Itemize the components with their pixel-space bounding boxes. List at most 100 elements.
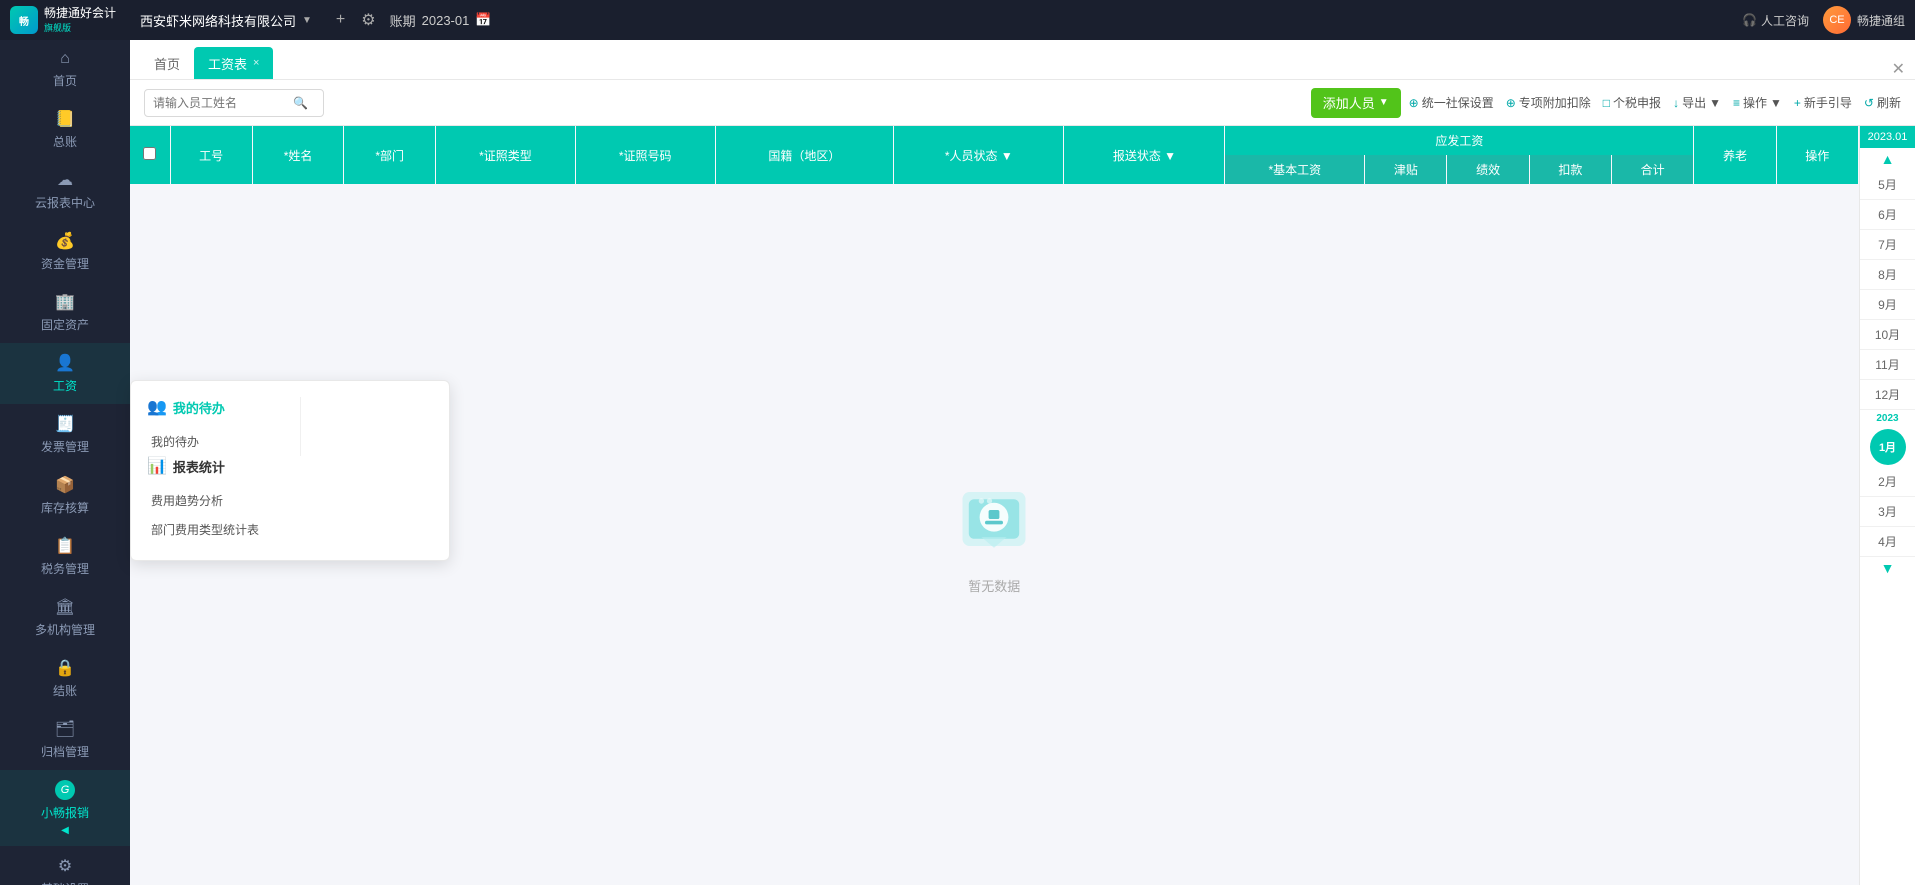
add-person-dropdown-icon: ▼ xyxy=(1379,97,1389,108)
month-item-8[interactable]: 8月 xyxy=(1860,260,1915,290)
tax-report-label: 个税申报 xyxy=(1613,94,1661,111)
search-input[interactable] xyxy=(153,96,293,110)
dropdown-section-reports[interactable]: 📊 报表统计 xyxy=(147,456,290,476)
service-button[interactable]: 🎧 人工咨询 xyxy=(1742,12,1809,29)
sidebar-item-inventory[interactable]: 📦 库存核算 xyxy=(0,465,130,526)
sidebar-item-archive[interactable]: 🗂 归档管理 xyxy=(0,709,130,770)
refresh-btn[interactable]: ↺ 刷新 xyxy=(1864,94,1901,111)
ledger-icon: 📒 xyxy=(55,109,75,129)
month-item-2[interactable]: 2月 xyxy=(1860,467,1915,497)
top-bar-actions: + ⚙ xyxy=(332,6,380,34)
dropdown-item-my-pending[interactable]: 我的待办 xyxy=(147,427,290,456)
top-right: 🎧 人工咨询 CE 畅捷通组 xyxy=(1742,6,1905,34)
settings-icon: ⚙ xyxy=(58,856,72,876)
period-area: 账期 2023-01 📅 xyxy=(390,11,492,30)
calendar-icon[interactable]: 📅 xyxy=(475,12,491,28)
sidebar-label-inventory: 库存核算 xyxy=(41,499,89,516)
month-item-10[interactable]: 10月 xyxy=(1860,320,1915,350)
col-nationality: 国籍（地区） xyxy=(715,126,894,184)
avatar: CE xyxy=(1823,6,1851,34)
sidebar-item-assets[interactable]: 🏢 固定资产 xyxy=(0,282,130,343)
tab-close-icon[interactable]: × xyxy=(253,57,259,69)
dropdown-item-dept-expense[interactable]: 部门费用类型统计表 xyxy=(147,515,290,544)
refresh-icon: ↺ xyxy=(1864,96,1874,110)
app-edition: 旗舰版 xyxy=(44,21,116,34)
month-nav-up[interactable]: ▲ xyxy=(1860,148,1915,170)
sidebar-item-finance[interactable]: 💰 资金管理 xyxy=(0,221,130,282)
sidebar-item-invoice[interactable]: 🧾 发票管理 xyxy=(0,404,130,465)
export-btn[interactable]: ↓ 导出 ▼ xyxy=(1673,94,1721,111)
app-name: 畅捷通好会计 xyxy=(44,6,116,20)
col-report-status: 报送状态 ▼ xyxy=(1064,126,1225,184)
home-icon: ⌂ xyxy=(60,50,70,68)
col-id-type: *证照类型 xyxy=(436,126,576,184)
settings-button[interactable]: ⚙ xyxy=(357,6,379,34)
tax-report-btn[interactable]: □ 个税申报 xyxy=(1603,94,1661,111)
col-base-salary: *基本工资 xyxy=(1225,155,1365,184)
month-item-6[interactable]: 6月 xyxy=(1860,200,1915,230)
sidebar-item-salary[interactable]: 👤 工资 xyxy=(0,343,130,404)
tab-home[interactable]: 首页 xyxy=(140,47,194,79)
month-item-1[interactable]: 1月 xyxy=(1870,429,1906,465)
sidebar-item-multi-org[interactable]: 🏛 多机构管理 xyxy=(0,587,130,648)
dropdown-item-expense-trend[interactable]: 费用趋势分析 xyxy=(147,486,290,515)
month-item-4[interactable]: 4月 xyxy=(1860,527,1915,557)
month-item-11[interactable]: 11月 xyxy=(1860,350,1915,380)
month-item-5[interactable]: 5月 xyxy=(1860,170,1915,200)
company-selector[interactable]: 西安虾米网络科技有限公司 ▼ xyxy=(130,11,322,30)
close-panel-icon[interactable]: ✕ xyxy=(1892,59,1905,79)
xiaochang-dropdown: 👥 我的待办 我的待办 📊 报表统计 费用趋势分析 部门费用类型统计表 xyxy=(130,380,450,561)
month-item-12[interactable]: 12月 xyxy=(1860,380,1915,410)
add-button[interactable]: + xyxy=(332,7,349,33)
finance-icon: 💰 xyxy=(55,231,75,251)
dropdown-my-pending-label: 我的待办 xyxy=(173,398,225,417)
expand-icon: ◀ xyxy=(61,825,69,836)
dropdown-col-left: 👥 我的待办 我的待办 xyxy=(147,397,290,456)
special-deduction-icon: ⊕ xyxy=(1506,96,1516,110)
guide-label: 新手引导 xyxy=(1804,94,1852,111)
sidebar-item-ledger[interactable]: 📒 总账 xyxy=(0,99,130,160)
closing-icon: 🔒 xyxy=(55,658,75,678)
dropdown-reports-label: 报表统计 xyxy=(173,457,225,476)
sidebar-item-closing[interactable]: 🔒 结账 xyxy=(0,648,130,709)
month-nav-down[interactable]: ▼ xyxy=(1860,557,1915,579)
operations-btn[interactable]: ≡ 操作 ▼ xyxy=(1733,94,1782,111)
dropdown-section-my-pending[interactable]: 👥 我的待办 xyxy=(147,397,290,417)
logo-icon: 畅 xyxy=(10,6,38,34)
tab-home-label: 首页 xyxy=(154,54,180,73)
xiaochang-icon: G xyxy=(55,780,75,800)
username: 畅捷通组 xyxy=(1857,12,1905,29)
social-security-icon: ⊕ xyxy=(1409,96,1419,110)
sidebar-item-home[interactable]: ⌂ 首页 xyxy=(0,40,130,99)
col-id: 工号 xyxy=(170,126,252,184)
period-value: 2023-01 xyxy=(422,13,470,28)
month-item-9[interactable]: 9月 xyxy=(1860,290,1915,320)
inventory-icon: 📦 xyxy=(55,475,75,495)
sidebar-item-xiaochang[interactable]: G 小畅报销 ◀ xyxy=(0,770,130,846)
col-bonus: 绩效 xyxy=(1447,155,1529,184)
col-pension: 养老 xyxy=(1694,126,1776,184)
special-deduction-btn[interactable]: ⊕ 专项附加扣除 xyxy=(1506,94,1591,111)
search-icon[interactable]: 🔍 xyxy=(293,96,308,110)
sidebar-item-tax[interactable]: 📋 税务管理 xyxy=(0,526,130,587)
col-status: *人员状态 ▼ xyxy=(894,126,1064,184)
month-item-7[interactable]: 7月 xyxy=(1860,230,1915,260)
col-dept: *部门 xyxy=(344,126,436,184)
tab-salary[interactable]: 工资表 × xyxy=(194,47,273,79)
col-check[interactable] xyxy=(130,126,170,184)
add-person-button[interactable]: 添加人员 ▼ xyxy=(1311,88,1401,118)
export-arrow: ▼ xyxy=(1709,96,1721,110)
social-security-btn[interactable]: ⊕ 统一社保设置 xyxy=(1409,94,1494,111)
toolbar-actions: ⊕ 统一社保设置 ⊕ 专项附加扣除 □ 个税申报 ↓ 导出 ▼ ≡ xyxy=(1409,94,1901,111)
service-label: 人工咨询 xyxy=(1761,12,1809,29)
user-area[interactable]: CE 畅捷通组 xyxy=(1823,6,1905,34)
tab-bar: 首页 工资表 × ✕ xyxy=(130,40,1915,80)
sidebar-item-settings[interactable]: ⚙ 基础设置 xyxy=(0,846,130,885)
month-item-3[interactable]: 3月 xyxy=(1860,497,1915,527)
sidebar-item-cloud-reports[interactable]: ☁ 云报表中心 xyxy=(0,160,130,221)
tax-icon: 📋 xyxy=(55,536,75,556)
guide-btn[interactable]: + 新手引导 xyxy=(1794,94,1852,111)
sidebar-label-finance: 资金管理 xyxy=(41,255,89,272)
select-all-checkbox[interactable] xyxy=(143,147,156,160)
top-bar: 畅 畅捷通好会计 旗舰版 西安虾米网络科技有限公司 ▼ + ⚙ 账期 2023-… xyxy=(0,0,1915,40)
